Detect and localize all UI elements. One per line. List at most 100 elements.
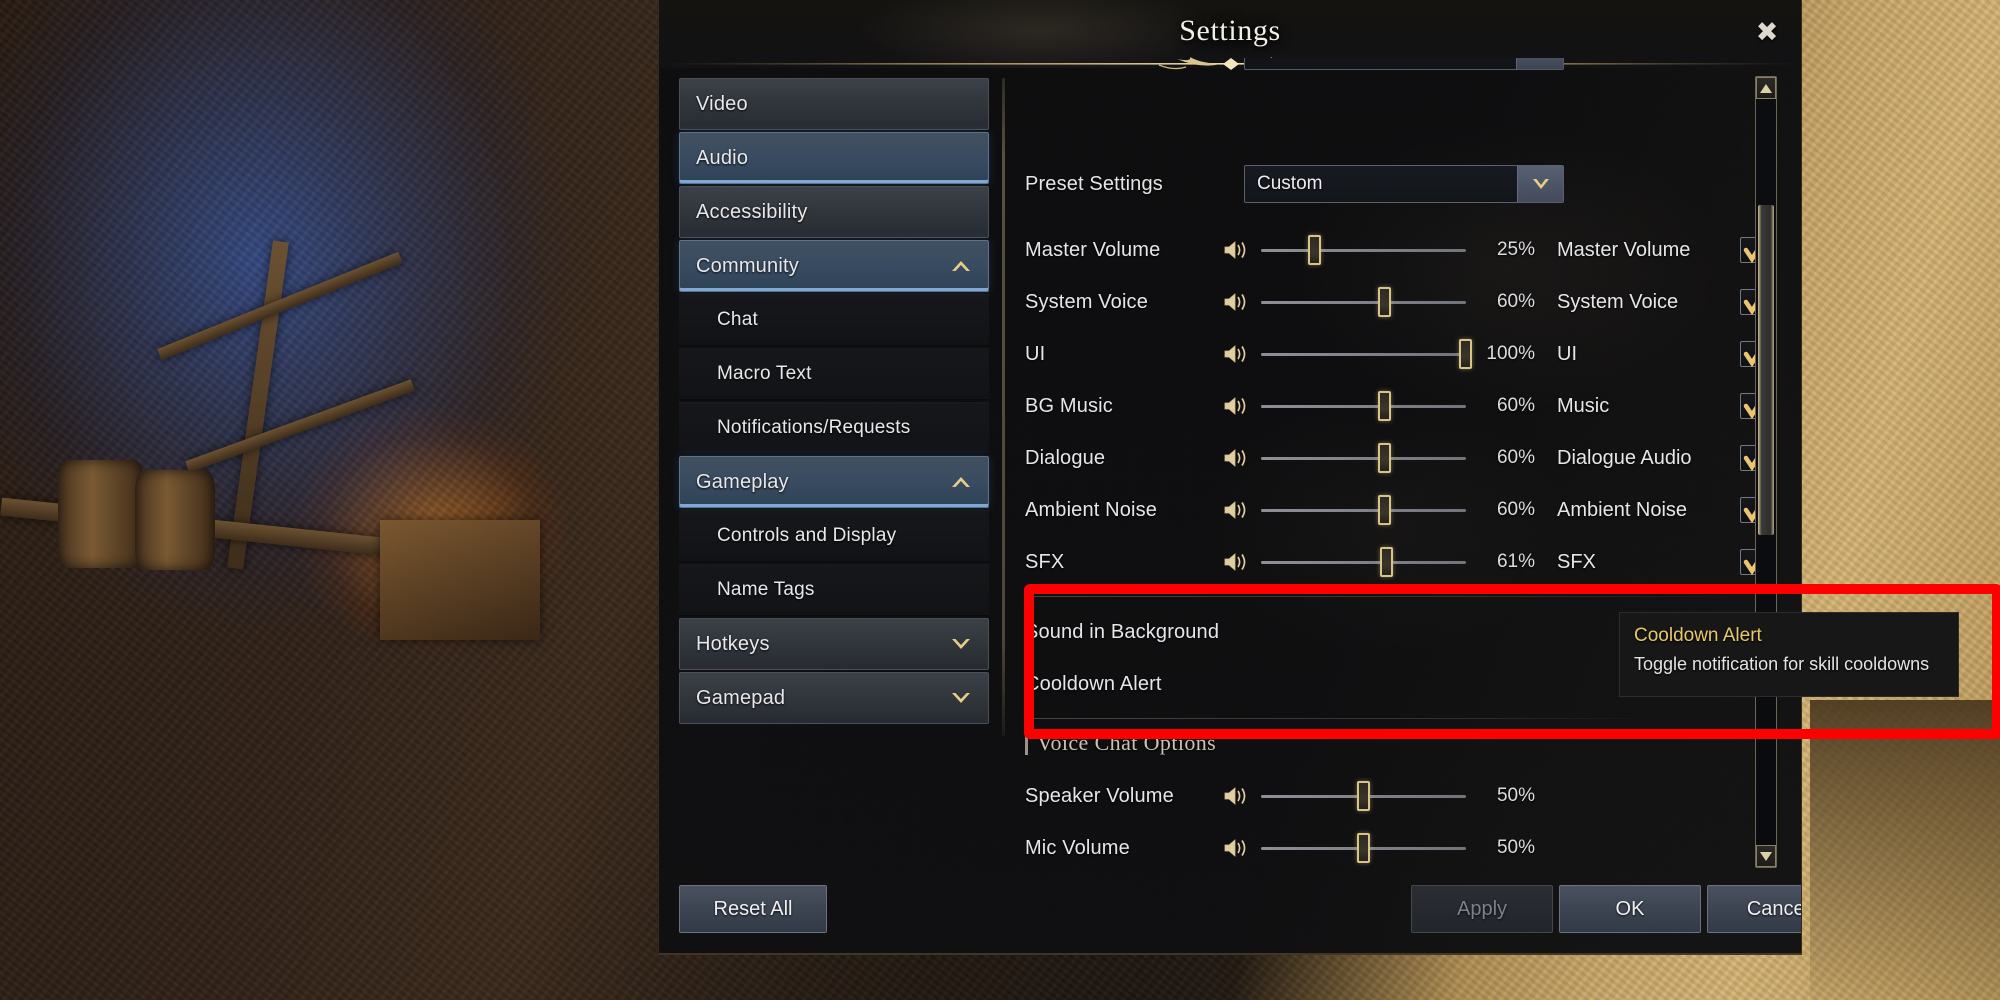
divider-after-volumes (1025, 596, 1725, 597)
mic-volume-slider-thumb[interactable] (1357, 833, 1370, 863)
panel-divider (1002, 78, 1005, 736)
row-ui-volume: UI 100% UI (1025, 328, 1770, 380)
title-bar: Settings ✖ (659, 0, 1801, 70)
sidebar-item-gameplay[interactable]: Gameplay (679, 456, 989, 508)
sidebar-item-label: Accessibility (696, 200, 808, 223)
dialogue-slider-thumb[interactable] (1378, 443, 1391, 473)
system-voice-slider-track[interactable] (1261, 301, 1466, 304)
system-voice-slider-thumb[interactable] (1378, 287, 1391, 317)
chevron-down-icon[interactable] (950, 636, 972, 652)
ui-volume-slider-track[interactable] (1261, 353, 1466, 356)
cooldown-alert-tooltip: Cooldown Alert Toggle notification for s… (1619, 612, 1959, 697)
ambient-noise-slider-track[interactable] (1261, 509, 1466, 512)
sidebar-item-label: Gamepad (696, 686, 786, 709)
sidebar-item-hotkeys[interactable]: Hotkeys (679, 618, 989, 670)
sidebar-item-label: Chat (717, 309, 758, 330)
sidebar-item-accessibility[interactable]: Accessibility (679, 186, 989, 238)
master-volume-toggle-label: Master Volume (1557, 239, 1691, 261)
sidebar-item-controls-and-display[interactable]: Controls and Display (679, 510, 989, 562)
speaker-icon (1223, 239, 1249, 261)
speaker-icon (1223, 551, 1249, 573)
sidebar-item-label: Community (696, 254, 799, 277)
system-voice-toggle-label: System Voice (1557, 291, 1679, 313)
chevron-down-icon[interactable] (950, 690, 972, 706)
bg-music-slider-track[interactable] (1261, 405, 1466, 408)
ok-button[interactable]: OK (1559, 885, 1701, 933)
ui-volume-value: 100% (1486, 343, 1535, 364)
preset-settings-dropdown[interactable]: Custom (1244, 165, 1564, 203)
scrollbar-thumb[interactable] (1758, 205, 1774, 535)
voice-chat-section-marker (1025, 731, 1028, 755)
system-voice-value: 60% (1496, 291, 1535, 312)
ambient-noise-slider-thumb[interactable] (1378, 495, 1391, 525)
sidebar-item-name-tags[interactable]: Name Tags (679, 564, 989, 616)
master-volume-slider-track[interactable] (1261, 249, 1466, 252)
chevron-down-icon[interactable] (1516, 58, 1563, 69)
ambient-noise-value: 60% (1496, 499, 1535, 520)
close-icon[interactable]: ✖ (1747, 13, 1787, 51)
master-volume-slider-thumb[interactable] (1308, 235, 1321, 265)
mic-volume-label: Mic Volume (1025, 836, 1130, 859)
speaker-volume-label: Speaker Volume (1025, 784, 1174, 807)
row-preset-settings: Preset Settings Custom (1025, 158, 1770, 210)
dialogue-audio-toggle-label: Dialogue Audio (1557, 447, 1692, 469)
scenery-barrel (58, 460, 144, 568)
speaker-volume-slider-thumb[interactable] (1357, 781, 1370, 811)
apply-button[interactable]: Apply (1411, 885, 1553, 933)
sidebar-item-macro-text[interactable]: Macro Text (679, 348, 989, 400)
ui-volume-label: UI (1025, 342, 1046, 365)
settings-content-panel: Preset Settings Custom Master Volume 25%… (1025, 58, 1770, 878)
sfx-value: 61% (1496, 551, 1535, 572)
speaker-icon (1223, 291, 1249, 313)
row-speaker-volume: Speaker Volume 50% (1025, 770, 1770, 822)
row-sfx: SFX 61% SFX (1025, 536, 1770, 588)
sfx-slider-track[interactable] (1261, 561, 1466, 564)
sidebar-item-gamepad[interactable]: Gamepad (679, 672, 989, 724)
chevron-down-icon[interactable] (1517, 166, 1563, 202)
content-scrollbar[interactable] (1755, 76, 1777, 868)
tooltip-title: Cooldown Alert (1634, 625, 1762, 646)
sidebar-item-label: Gameplay (696, 470, 789, 493)
settings-footer: Reset All Apply OK Cancel (659, 863, 1801, 953)
sidebar-item-notifications-requests[interactable]: Notifications/Requests (679, 402, 989, 454)
sidebar-item-label: Hotkeys (696, 632, 770, 655)
scenery-barrel (135, 470, 215, 570)
sidebar-item-audio[interactable]: Audio (679, 132, 989, 184)
sidebar-item-label: Audio (696, 146, 749, 169)
speaker-volume-value: 50% (1496, 785, 1535, 806)
row-bg-music: BG Music 60% Music (1025, 380, 1770, 432)
ambient-noise-label: Ambient Noise (1025, 498, 1158, 521)
tooltip-body: Toggle notification for skill cooldowns (1634, 654, 1930, 674)
mic-volume-value: 50% (1496, 837, 1535, 858)
sfx-slider-thumb[interactable] (1380, 547, 1393, 577)
speaker-icon (1223, 447, 1249, 469)
dialogue-value: 60% (1496, 447, 1535, 468)
partial-dropdown-above[interactable] (1244, 58, 1564, 70)
sidebar-item-chat[interactable]: Chat (679, 294, 989, 346)
page-title: Settings (1179, 14, 1281, 47)
reset-all-button[interactable]: Reset All (679, 885, 827, 933)
cooldown-alert-label: Cooldown Alert (1025, 672, 1162, 695)
sidebar-item-community[interactable]: Community (679, 240, 989, 292)
settings-sidebar: Video Audio Accessibility Community Chat… (679, 78, 989, 724)
speaker-icon (1223, 785, 1249, 807)
sidebar-item-label: Controls and Display (717, 525, 897, 546)
row-ambient-noise: Ambient Noise 60% Ambient Noise (1025, 484, 1770, 536)
bg-music-value: 60% (1496, 395, 1535, 416)
voice-chat-options-header: Voice Chat Options (1037, 730, 1217, 755)
preset-settings-label: Preset Settings (1025, 172, 1163, 195)
chevron-up-icon[interactable] (950, 474, 972, 490)
ui-volume-toggle-label: UI (1557, 343, 1577, 365)
row-system-voice: System Voice 60% System Voice (1025, 276, 1770, 328)
sound-in-background-label: Sound in Background (1025, 620, 1220, 643)
ambient-noise-toggle-label: Ambient Noise (1557, 499, 1688, 521)
cancel-button[interactable]: Cancel (1707, 885, 1801, 933)
speaker-icon (1223, 499, 1249, 521)
dialogue-slider-track[interactable] (1261, 457, 1466, 460)
scroll-up-arrow-icon[interactable] (1756, 77, 1776, 99)
row-dialogue: Dialogue 60% Dialogue Audio (1025, 432, 1770, 484)
sidebar-item-video[interactable]: Video (679, 78, 989, 130)
bg-music-slider-thumb[interactable] (1378, 391, 1391, 421)
speaker-icon (1223, 837, 1249, 859)
chevron-up-icon[interactable] (950, 258, 972, 274)
